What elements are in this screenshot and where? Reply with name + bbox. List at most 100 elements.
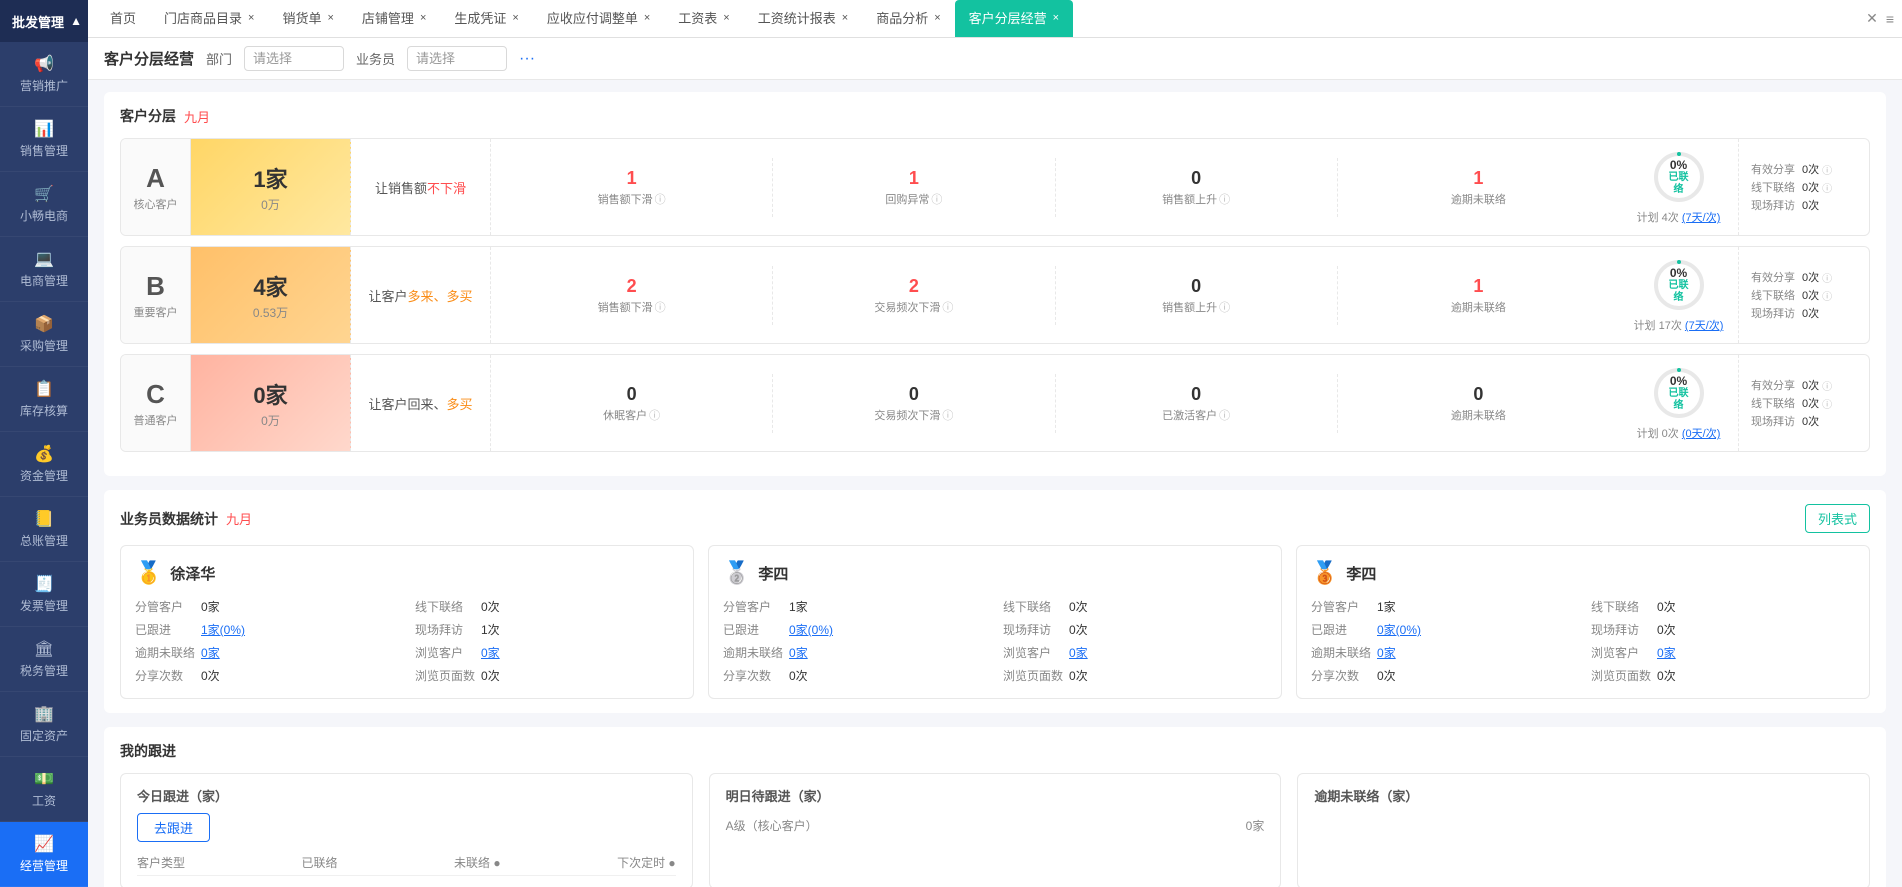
- tier-b-stat-3[interactable]: 1 逾期未联络: [1338, 266, 1619, 325]
- info-icon-c-r1[interactable]: ⓘ: [1822, 396, 1832, 411]
- tier-b-right-2: 现场拜访 0次: [1751, 305, 1857, 321]
- customer-section-title: 客户分层 九月: [120, 106, 1870, 126]
- sidebar-item-label: 小畅电商: [4, 207, 84, 224]
- tab-product-analysis[interactable]: 商品分析 ×: [862, 0, 954, 37]
- tier-b-stat-2-label: 销售额上升 ⓘ: [1162, 299, 1230, 315]
- info-icon-c-r0[interactable]: ⓘ: [1822, 378, 1832, 393]
- tier-a-stat-3-num: 1: [1473, 168, 1483, 189]
- tab-close-sales-order[interactable]: ×: [327, 12, 333, 24]
- info-icon-2[interactable]: ⓘ: [1219, 191, 1230, 207]
- biz-overdue-link-1[interactable]: 0家: [789, 644, 808, 661]
- sidebar-item-ledger[interactable]: 📒 总账管理: [0, 497, 88, 562]
- info-icon-1[interactable]: ⓘ: [931, 191, 942, 207]
- biz-followed-link-2[interactable]: 0家(0%): [1377, 621, 1421, 638]
- tab-ar-adjustment[interactable]: 应收应付调整单 ×: [533, 0, 664, 37]
- sidebar-item-label: 销售管理: [4, 142, 84, 159]
- tier-c-stat-1[interactable]: 0 交易频次下滑 ⓘ: [773, 374, 1055, 433]
- tab-sales-order[interactable]: 销货单 ×: [268, 0, 347, 37]
- filter-more-icon[interactable]: ···: [519, 50, 535, 68]
- filter-staff-select[interactable]: 请选择: [407, 46, 507, 71]
- tier-b-stat-0[interactable]: 2 销售额下滑 ⓘ: [491, 266, 773, 325]
- sidebar-item-assets[interactable]: 🏢 固定资产: [0, 692, 88, 757]
- tier-a-right-stats: 有效分享 0次 ⓘ 线下联络 0次 ⓘ 现场拜访 0次: [1739, 139, 1869, 235]
- tab-voucher[interactable]: 生成凭证 ×: [440, 0, 532, 37]
- tab-close-payroll[interactable]: ×: [723, 12, 729, 24]
- biz-browse-link-2[interactable]: 0家: [1657, 644, 1676, 661]
- info-icon-a0[interactable]: ⓘ: [1822, 162, 1832, 177]
- tab-close-store-mgmt[interactable]: ×: [420, 12, 426, 24]
- tier-b-plan-link[interactable]: (7天/次): [1685, 320, 1724, 332]
- tab-payroll-report[interactable]: 工资统计报表 ×: [744, 0, 862, 37]
- tab-store-products[interactable]: 门店商品目录 ×: [150, 0, 268, 37]
- tab-close-store-products[interactable]: ×: [248, 12, 254, 24]
- biz-overdue-link[interactable]: 0家: [201, 644, 220, 661]
- filter-dept-select[interactable]: 请选择: [244, 46, 344, 71]
- info-icon-a1[interactable]: ⓘ: [1822, 180, 1832, 195]
- followup-tier-a-row: A级（核心客户） 0家: [726, 813, 1265, 838]
- tier-c-stat-2[interactable]: 0 已激活客户 ⓘ: [1056, 374, 1338, 433]
- biz-stat-row: 分享次数 0次: [1311, 667, 1575, 684]
- sidebar-item-ecommerce-small[interactable]: 🛒 小畅电商: [0, 172, 88, 237]
- info-icon-b1[interactable]: ⓘ: [942, 299, 953, 315]
- biz-browse-link-1[interactable]: 0家: [1069, 644, 1088, 661]
- tier-a-stat-0[interactable]: 1 销售额下滑 ⓘ: [491, 158, 773, 217]
- sidebar-item-tax[interactable]: 🏛 税务管理: [0, 627, 88, 692]
- sidebar-item-sales[interactable]: 📊 销售管理: [0, 107, 88, 172]
- info-icon-c2[interactable]: ⓘ: [1219, 407, 1230, 423]
- tab-menu-icon[interactable]: ≡: [1886, 11, 1894, 27]
- tab-close-customer-tier[interactable]: ×: [1053, 12, 1059, 24]
- biz-followed-link[interactable]: 1家(0%): [201, 621, 245, 638]
- info-icon-c0[interactable]: ⓘ: [649, 407, 660, 423]
- sidebar-item-label: 采购管理: [4, 337, 84, 354]
- biz-card-1-stat-left: 分管客户 1家 已跟进 0家(0%) 逾期未联络 0家: [723, 598, 987, 684]
- tier-a-plan-link[interactable]: (7天/次): [1682, 212, 1721, 224]
- sidebar-item-payroll[interactable]: 💵 工资: [0, 757, 88, 822]
- tab-close-payroll-report[interactable]: ×: [842, 12, 848, 24]
- sidebar-item-marketing[interactable]: 📢 营销推广: [0, 42, 88, 107]
- info-icon-b-r1[interactable]: ⓘ: [1822, 288, 1832, 303]
- tier-a-stat-3[interactable]: 1 逾期未联络: [1338, 158, 1619, 217]
- biz-browse-link[interactable]: 0家: [481, 644, 500, 661]
- info-icon-c1[interactable]: ⓘ: [942, 407, 953, 423]
- tab-close-product-analysis[interactable]: ×: [934, 12, 940, 24]
- biz-overdue-link-2[interactable]: 0家: [1377, 644, 1396, 661]
- sidebar-toggle-icon[interactable]: ▲: [70, 14, 82, 28]
- sidebar-item-purchase[interactable]: 📦 采购管理: [0, 302, 88, 367]
- goto-followup-button[interactable]: 去跟进: [137, 813, 210, 842]
- sidebar-item-invoice[interactable]: 🧾 发票管理: [0, 562, 88, 627]
- tier-c-stat-3[interactable]: 0 逾期未联络: [1338, 374, 1619, 433]
- biz-stat-row: 分享次数 0次: [135, 667, 399, 684]
- tier-b-stat-1[interactable]: 2 交易频次下滑 ⓘ: [773, 266, 1055, 325]
- info-icon-0[interactable]: ⓘ: [655, 191, 666, 207]
- sidebar-item-management[interactable]: 📈 经营管理: [0, 822, 88, 887]
- tab-close-all-icon[interactable]: ✕: [1866, 10, 1878, 27]
- tab-payroll[interactable]: 工资表 ×: [664, 0, 743, 37]
- biz-followed-link-1[interactable]: 0家(0%): [789, 621, 833, 638]
- sidebar-item-inventory[interactable]: 📋 库存核算: [0, 367, 88, 432]
- tab-store-mgmt[interactable]: 店铺管理 ×: [348, 0, 440, 37]
- sidebar-item-finance[interactable]: 💰 资金管理: [0, 432, 88, 497]
- tier-c-plan-link[interactable]: (0天/次): [1682, 428, 1721, 440]
- invoice-icon: 🧾: [4, 574, 84, 594]
- info-icon-b0[interactable]: ⓘ: [655, 299, 666, 315]
- biz-cards: 🥇 徐泽华 分管客户 0家 已跟进 1家(0%): [120, 545, 1870, 699]
- biz-stat-row: 浏览客户 0家: [1003, 644, 1267, 661]
- tier-b-grade: B: [146, 271, 165, 302]
- biz-card-2: 🥉 李四 分管客户 1家 已跟进 0家(0%): [1296, 545, 1870, 699]
- biz-stat-row: 现场拜访 0次: [1591, 621, 1855, 638]
- info-icon-b-r0[interactable]: ⓘ: [1822, 270, 1832, 285]
- tier-b-stat-2[interactable]: 0 销售额上升 ⓘ: [1056, 266, 1338, 325]
- info-icon-b2[interactable]: ⓘ: [1219, 299, 1230, 315]
- tier-a-stat-1[interactable]: 1 回购异常 ⓘ: [773, 158, 1055, 217]
- tier-c-stat-0[interactable]: 0 休眠客户 ⓘ: [491, 374, 773, 433]
- tab-home[interactable]: 首页: [96, 0, 150, 37]
- list-view-button[interactable]: 列表式: [1805, 504, 1870, 533]
- sidebar-item-ecommerce[interactable]: 💻 电商管理: [0, 237, 88, 302]
- tier-a-stat-2[interactable]: 0 销售额上升 ⓘ: [1056, 158, 1338, 217]
- customer-section-month: 九月: [184, 107, 210, 126]
- tier-b-circle-pct: 0%: [1665, 266, 1693, 280]
- tab-customer-tier[interactable]: 客户分层经营 ×: [955, 0, 1073, 37]
- tier-b-circle-sub: 已联络: [1665, 280, 1693, 304]
- tab-close-ar-adjustment[interactable]: ×: [644, 12, 650, 24]
- tab-close-voucher[interactable]: ×: [512, 12, 518, 24]
